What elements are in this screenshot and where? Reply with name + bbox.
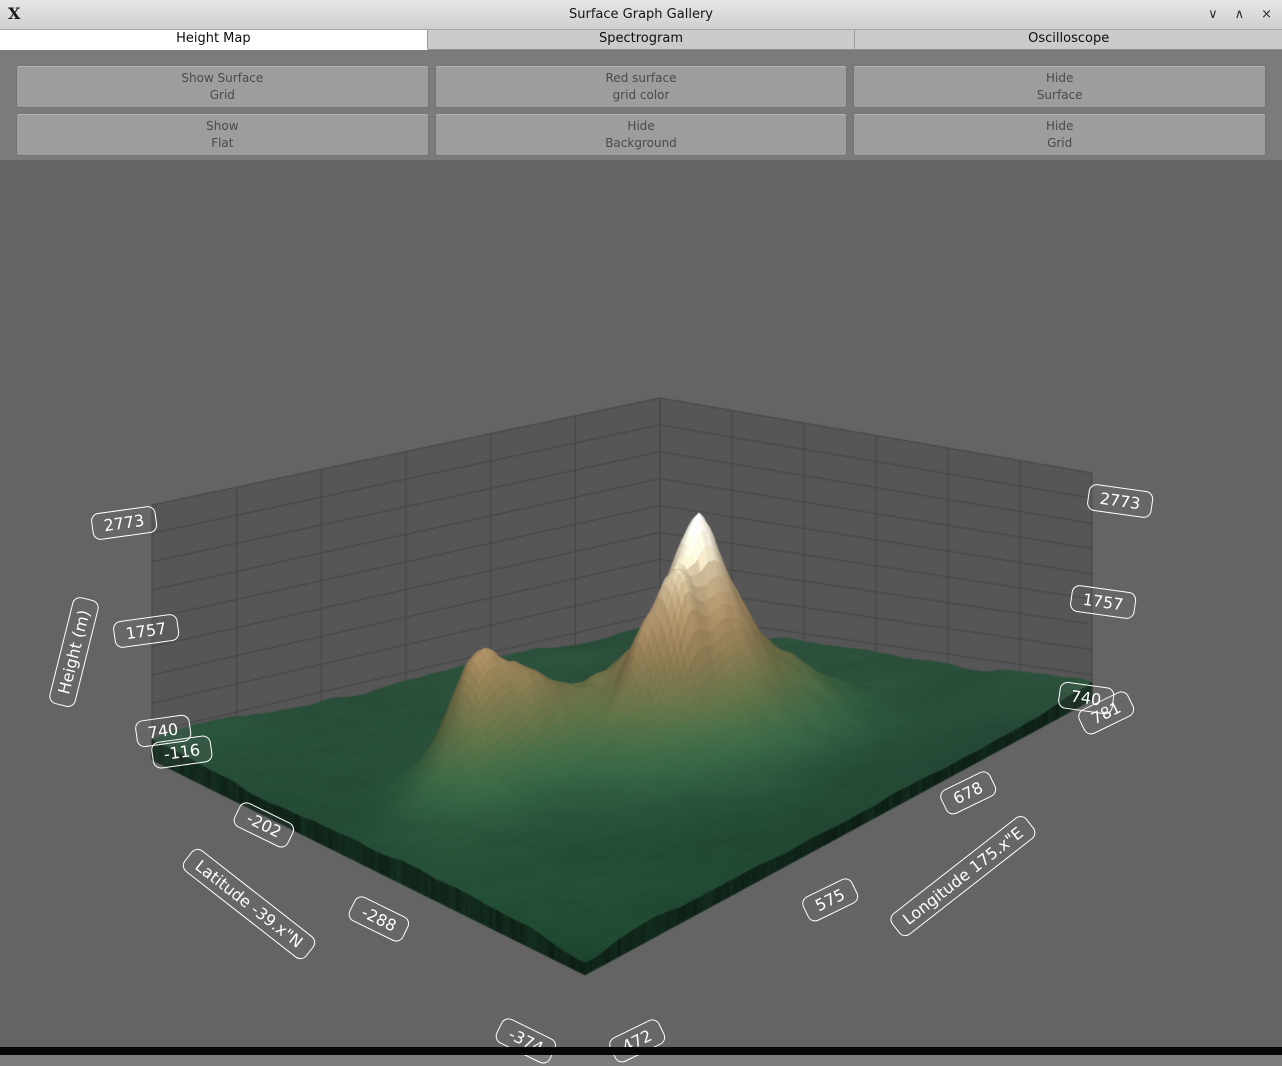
surface-plot-canvas[interactable] xyxy=(0,160,1282,1047)
app-icon: X xyxy=(8,4,20,24)
button-label-line: Flat xyxy=(211,135,233,152)
button-label-line: Background xyxy=(605,135,677,152)
button-label-line: Hide xyxy=(1046,70,1073,87)
surface-plot-area: 27731757-116740Height (m)277317577817406… xyxy=(0,160,1282,1047)
tab-bar: Height Map Spectrogram Oscilloscope xyxy=(0,29,1282,50)
button-label-line: Surface xyxy=(1037,87,1083,104)
hide-grid-button[interactable]: Hide Grid xyxy=(853,113,1266,156)
button-label-line: grid color xyxy=(613,87,670,104)
tab-oscilloscope[interactable]: Oscilloscope xyxy=(855,29,1282,50)
hide-background-button[interactable]: Hide Background xyxy=(435,113,848,156)
window-title: Surface Graph Gallery xyxy=(0,7,1282,22)
button-label-line: Show Surface xyxy=(181,70,263,87)
button-label-line: Hide xyxy=(627,118,654,135)
button-label-line: Grid xyxy=(210,87,235,104)
show-flat-button[interactable]: Show Flat xyxy=(16,113,429,156)
shade-window-icon[interactable]: ∨ xyxy=(1208,0,1218,29)
window-controls: ∨ ∧ × xyxy=(1208,0,1272,29)
toolbar-row-2: Show Flat Hide Background Hide Grid xyxy=(0,113,1282,156)
tab-spectrogram[interactable]: Spectrogram xyxy=(428,29,856,50)
button-label-line: Show xyxy=(206,118,238,135)
show-surface-grid-button[interactable]: Show Surface Grid xyxy=(16,65,429,108)
toolbar-row-1: Show Surface Grid Red surface grid color… xyxy=(0,65,1282,108)
hide-surface-button[interactable]: Hide Surface xyxy=(853,65,1266,108)
screen-edge-strip xyxy=(0,1047,1282,1055)
maximize-window-icon[interactable]: ∧ xyxy=(1235,0,1245,29)
button-label-line: Red surface xyxy=(606,70,677,87)
tab-height-map[interactable]: Height Map xyxy=(0,29,428,50)
height-map-page: Show Surface Grid Red surface grid color… xyxy=(0,50,1282,1047)
red-surface-grid-color-button[interactable]: Red surface grid color xyxy=(435,65,848,108)
close-window-icon[interactable]: × xyxy=(1261,0,1272,29)
button-label-line: Grid xyxy=(1047,135,1072,152)
button-label-line: Hide xyxy=(1046,118,1073,135)
titlebar: X Surface Graph Gallery ∨ ∧ × xyxy=(0,0,1282,30)
